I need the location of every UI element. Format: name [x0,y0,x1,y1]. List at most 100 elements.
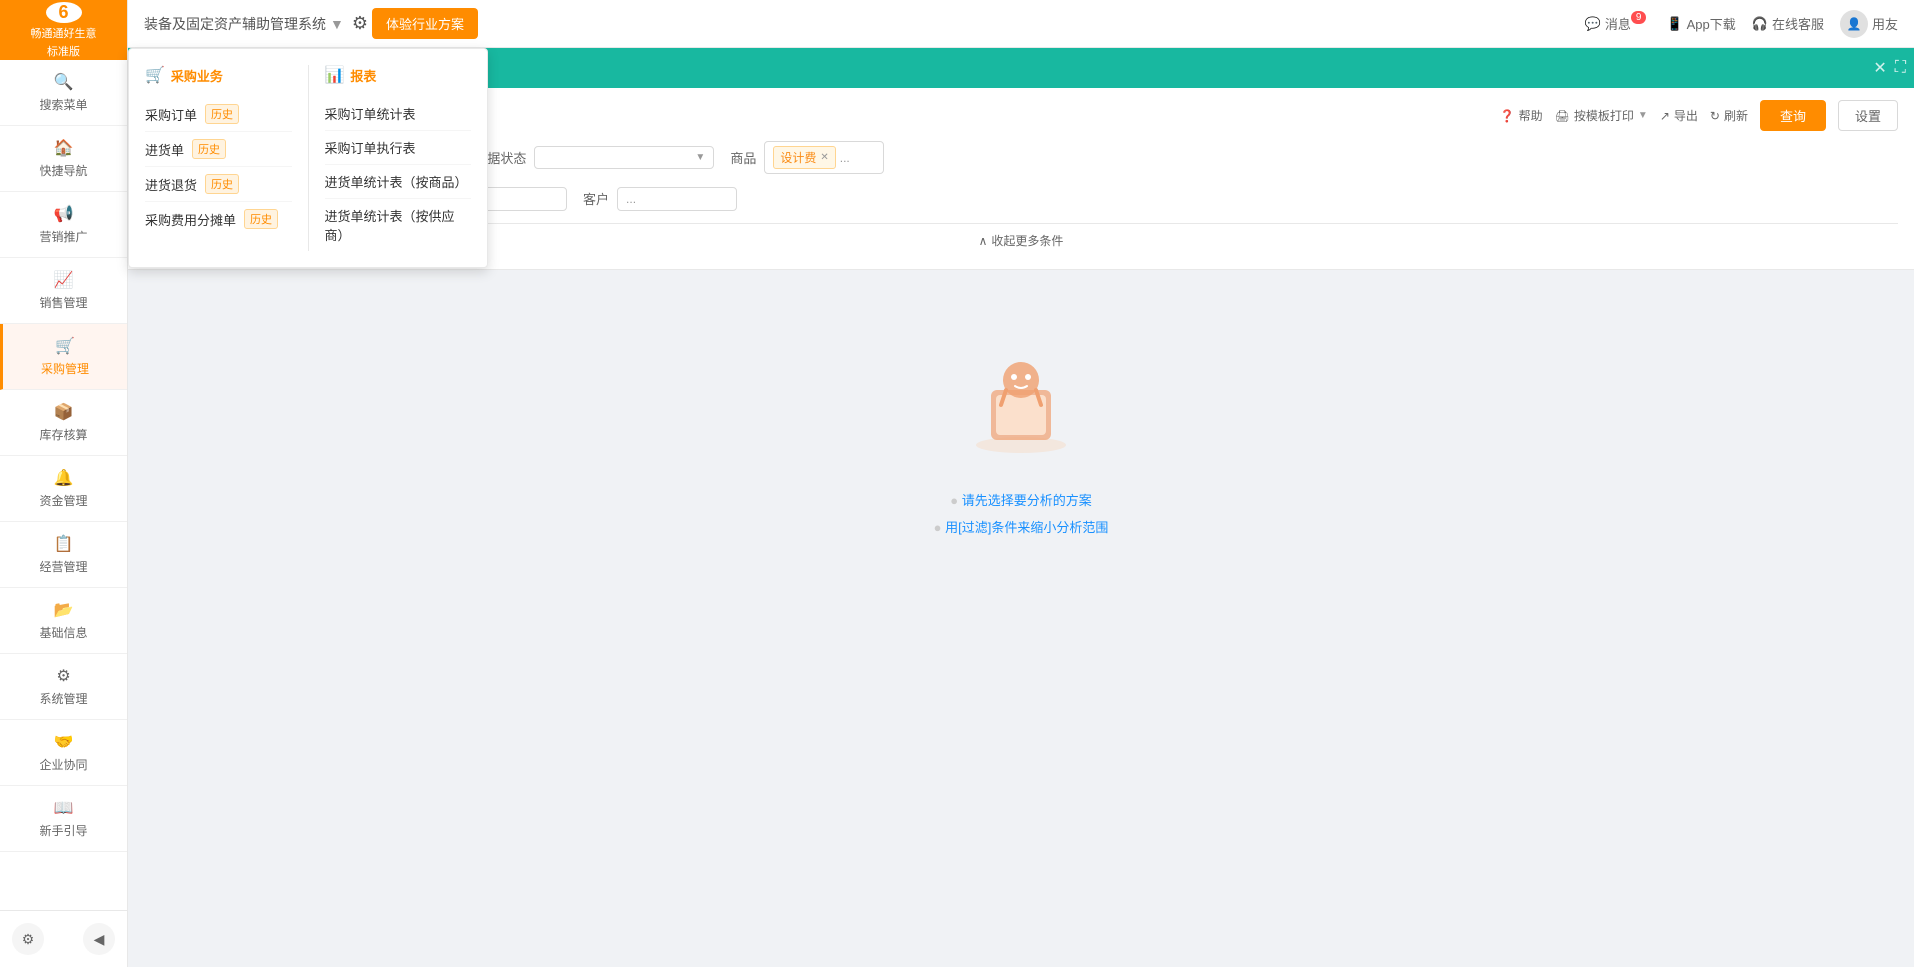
query-button[interactable]: 查询 [1760,100,1826,131]
message-action[interactable]: 💬 消息 9 [1585,14,1651,33]
sidebar-item-label: 系统管理 [39,690,87,707]
sidebar-item-inventory[interactable]: 📦 库存核算 [0,390,127,456]
empty-hint-1: ● 请先选择要分析的方案 [950,490,1092,509]
status-select[interactable]: ▼ [534,146,714,169]
expense-label: 采购费用分摊单 [145,210,236,229]
tab-bar-right: ✕ ⛶ [1873,58,1906,78]
help-btn[interactable]: ❓ 帮助 [1500,107,1543,124]
sidebar-item-sales[interactable]: 📈 销售管理 [0,258,127,324]
report-col-title: 📊 报表 [325,65,472,85]
sidebar-item-coop[interactable]: 🤝 企业协同 [0,720,127,786]
refresh-icon: ↻ [1710,109,1720,123]
operation-nav-icon: 📋 [54,534,74,554]
industry-btn[interactable]: 体验行业方案 [372,8,478,39]
sidebar-item-operation[interactable]: 📋 经营管理 [0,522,127,588]
sidebar-item-finance[interactable]: 🔔 资金管理 [0,456,127,522]
sidebar-item-system[interactable]: ⚙ 系统管理 [0,654,127,720]
empty-state: ● 请先选择要分析的方案 ● 用[过滤]条件来缩小分析范围 [128,270,1914,620]
print-btn[interactable]: 🖨 按模板打印 ▼ [1555,107,1648,124]
dropdown-item-order-stats[interactable]: 采购订单统计表 [325,97,472,131]
sidebar-item-label: 基础信息 [39,624,87,641]
sidebar-bottom: ⚙ ◀ [0,910,127,967]
search-nav-icon: 🔍 [54,72,74,92]
customer-more-btn[interactable]: ... [626,192,636,206]
goods-tag-close-icon[interactable]: ✕ [820,152,828,163]
report-col: 📊 报表 采购订单统计表 采购订单执行表 进货单统计表（按商品） 进货单统计表（… [325,65,472,251]
return-label: 进货退货 [145,175,197,194]
service-action[interactable]: 🎧 在线客服 [1752,14,1824,33]
customer-filter-item: 客户 ... [583,187,737,211]
sidebar-item-quick[interactable]: 🏠 快捷导航 [0,126,127,192]
coop-nav-icon: 🤝 [54,732,74,752]
finance-nav-icon: 🔔 [54,468,74,488]
refresh-label: 刷新 [1724,107,1748,124]
empty-hint-2-text: 用[过滤]条件来缩小分析范围 [945,520,1108,535]
export-label: 导出 [1674,107,1698,124]
set-button[interactable]: 设置 [1838,100,1898,131]
dropdown-item-purchase-order[interactable]: 采购订单 历史 [145,97,292,132]
message-badge: 9 [1631,11,1647,24]
sidebar-item-label: 库存核算 [39,426,87,443]
tab-maximize-icon[interactable]: ⛶ [1895,59,1906,77]
sidebar-item-label: 资金管理 [39,492,87,509]
supplier-stats-label: 进货单统计表（按供应商） [325,206,472,244]
sidebar-item-label: 搜索菜单 [39,96,87,113]
goods-tag: 设计费 ✕ [773,146,835,169]
dropdown-item-order-exec[interactable]: 采购订单执行表 [325,131,472,165]
tab-close-all-icon[interactable]: ✕ [1873,58,1886,78]
refresh-btn[interactable]: ↻ 刷新 [1710,107,1748,124]
sidebar-item-search[interactable]: 🔍 搜索菜单 [0,60,127,126]
logo-version: 标准版 [47,43,80,59]
purchase-nav-icon: 🛒 [55,336,75,356]
dropdown-item-goods-stats[interactable]: 进货单统计表（按商品） [325,165,472,199]
sidebar: 6 畅通通好生意 标准版 🔍 搜索菜单 🏠 快捷导航 📢 营销推广 📈 销售管理 [0,0,128,967]
chevron-down-icon[interactable]: ▼ [330,16,344,32]
sales-nav-icon: 📈 [54,270,74,290]
system-title: 装备及固定资产辅助管理系统 ▼ [144,14,344,34]
collapse-label: 收起更多条件 [991,232,1063,249]
app-label: App下载 [1687,14,1736,33]
sidebar-item-marketing[interactable]: 📢 营销推广 [0,192,127,258]
dropdown-item-incoming[interactable]: 进货单 历史 [145,132,292,167]
dropdown-item-supplier-stats[interactable]: 进货单统计表（按供应商） [325,199,472,251]
sidebar-item-label: 采购管理 [41,360,89,377]
sidebar-item-purchase[interactable]: 🛒 采购管理 [0,324,127,390]
dropdown-item-expense[interactable]: 采购费用分摊单 历史 [145,202,292,236]
phone-icon: 📱 [1666,16,1682,32]
collapse-chevron-icon: ∧ [979,234,988,248]
purchase-col-title-text: 采购业务 [171,66,223,85]
dropdown-item-return[interactable]: 进货退货 历史 [145,167,292,202]
order-exec-label: 采购订单执行表 [325,138,416,157]
print-label: 按模板打印 [1574,107,1634,124]
purchase-col-icon: 🛒 [145,65,165,85]
sidebar-item-guide[interactable]: 📖 新手引导 [0,786,127,852]
sidebar-item-label: 快捷导航 [39,162,87,179]
app-download-action[interactable]: 📱 App下载 [1666,14,1735,33]
message-label: 消息 [1605,14,1631,33]
history-badge-2: 历史 [192,139,226,159]
report-col-title-text: 报表 [350,66,376,85]
goods-tag-label: 设计费 [780,149,816,166]
system-nav-icon: ⚙ [56,666,70,686]
purchase-col-title: 🛒 采购业务 [145,65,292,85]
filter-highlight: [过滤] [958,520,991,535]
sidebar-item-label: 销售管理 [39,294,87,311]
headset-icon: 🎧 [1752,16,1768,32]
sidebar-item-label: 营销推广 [39,228,87,245]
goods-more-btn[interactable]: ... [840,151,850,165]
collapse-sidebar-btn[interactable]: ◀ [83,923,115,955]
dropdown-divider [308,65,309,251]
username-label: 用友 [1872,14,1898,33]
user-action[interactable]: 👤 用友 [1840,10,1898,38]
sidebar-item-base[interactable]: 📂 基础信息 [0,588,127,654]
topbar-settings-icon[interactable]: ⚙ [352,13,368,34]
print-chevron-icon: ▼ [1638,110,1648,121]
export-btn[interactable]: ↗ 导出 [1660,107,1698,124]
message-icon: 💬 [1585,16,1601,32]
settings-bottom-btn[interactable]: ⚙ [12,923,44,955]
quick-nav-icon: 🏠 [54,138,74,158]
guide-nav-icon: 📖 [54,798,74,818]
purchase-dropdown-menu: 🛒 采购业务 采购订单 历史 进货单 历史 进货退货 历史 采购费用分摊单 历史… [128,48,488,268]
system-title-text: 装备及固定资产辅助管理系统 [144,14,326,34]
report-col-icon: 📊 [325,65,345,85]
